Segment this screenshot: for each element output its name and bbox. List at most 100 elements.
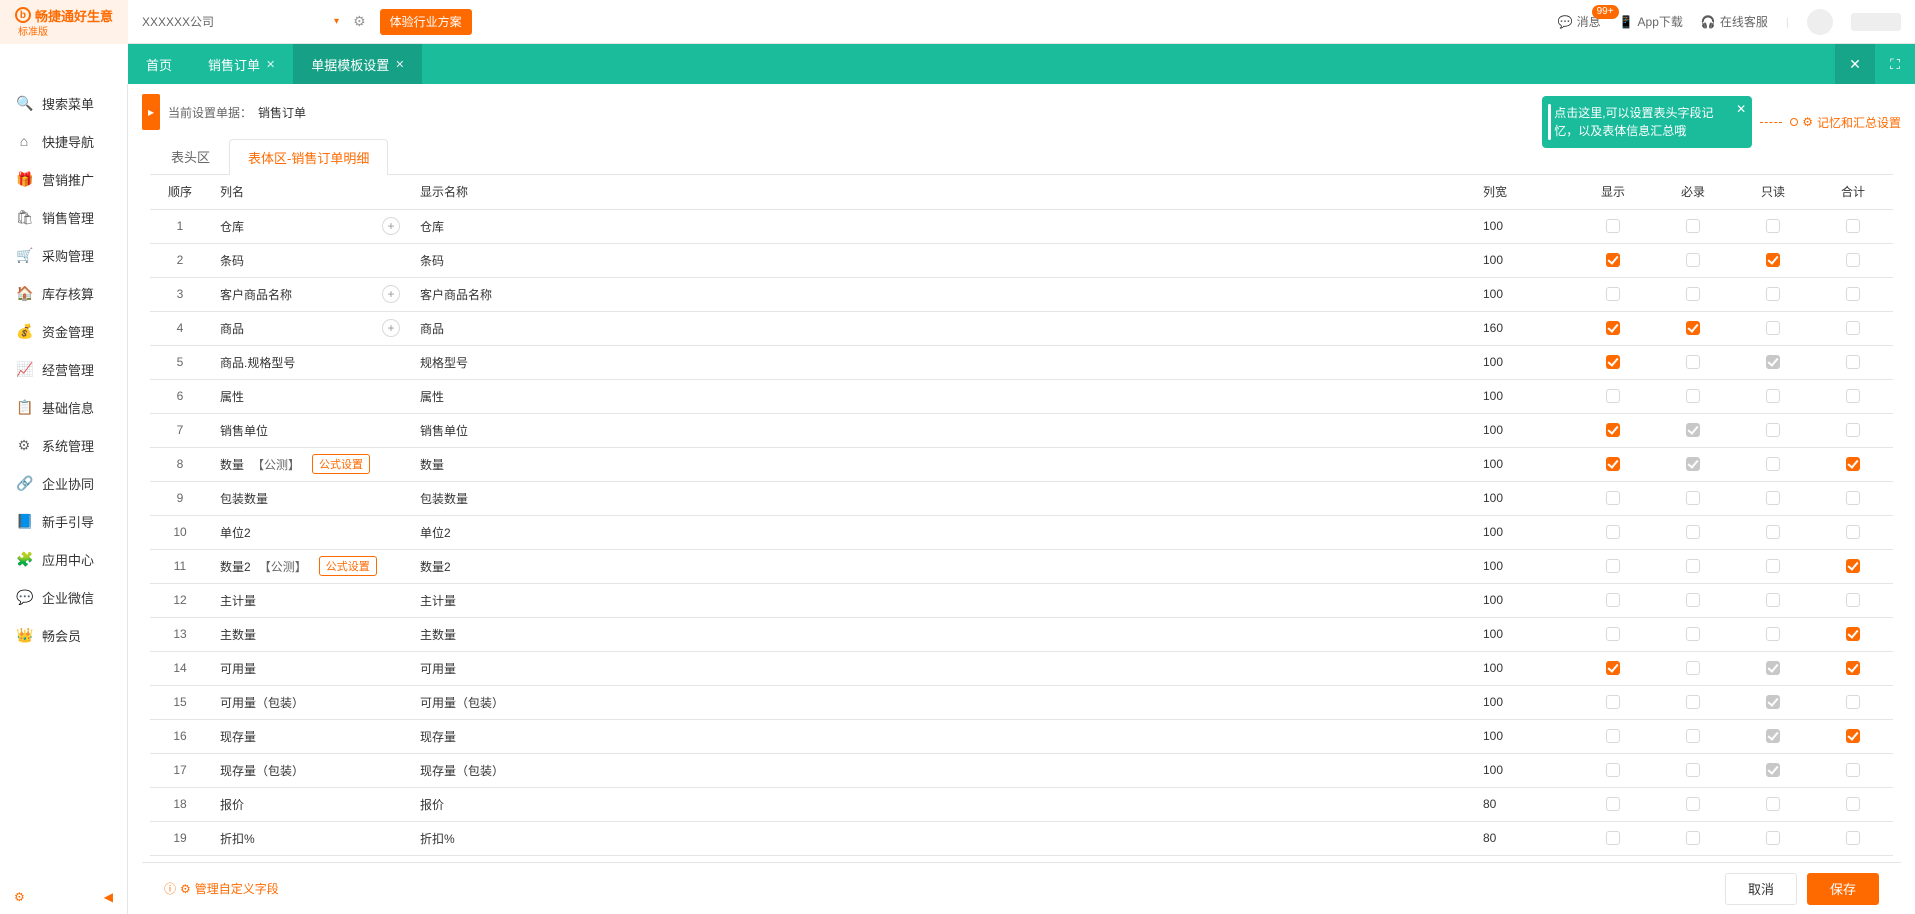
cell-display[interactable]: 规格型号 <box>410 345 1473 379</box>
checkbox[interactable] <box>1606 729 1620 743</box>
sidebar-item-13[interactable]: 💬企业微信 <box>0 578 127 616</box>
cell-display[interactable]: 数量2 <box>410 549 1473 583</box>
checkbox[interactable] <box>1606 525 1620 539</box>
checkbox[interactable] <box>1686 559 1700 573</box>
checkbox[interactable] <box>1606 831 1620 845</box>
checkbox[interactable] <box>1686 525 1700 539</box>
cell-width[interactable]: 100 <box>1473 209 1573 243</box>
checkbox[interactable] <box>1846 661 1860 675</box>
checkbox[interactable] <box>1766 831 1780 845</box>
formula-button[interactable]: 公式设置 <box>319 556 377 576</box>
checkbox[interactable] <box>1606 423 1620 437</box>
checkbox[interactable] <box>1686 695 1700 709</box>
cell-width[interactable]: 100 <box>1473 243 1573 277</box>
checkbox[interactable] <box>1606 219 1620 233</box>
cell-width[interactable]: 100 <box>1473 277 1573 311</box>
customer-service-button[interactable]: 🎧 在线客服 <box>1701 13 1768 30</box>
checkbox[interactable] <box>1686 287 1700 301</box>
checkbox[interactable] <box>1766 423 1780 437</box>
plus-icon[interactable]: + <box>382 285 400 303</box>
sidebar-item-0[interactable]: 🔍搜索菜单 <box>0 84 127 122</box>
checkbox[interactable] <box>1686 321 1700 335</box>
messages-button[interactable]: 💬 消息 99+ <box>1558 13 1601 30</box>
checkbox[interactable] <box>1766 219 1780 233</box>
cell-display[interactable]: 可用量 <box>410 651 1473 685</box>
cell-display[interactable]: 销售单位 <box>410 413 1473 447</box>
tabstrip-expand-button[interactable]: ⛶ <box>1875 44 1915 84</box>
checkbox[interactable] <box>1766 389 1780 403</box>
checkbox[interactable] <box>1766 321 1780 335</box>
checkbox[interactable] <box>1846 797 1860 811</box>
checkbox[interactable] <box>1686 389 1700 403</box>
cell-width[interactable]: 80 <box>1473 821 1573 855</box>
checkbox[interactable] <box>1766 457 1780 471</box>
tab-0[interactable]: 首页 <box>128 44 190 84</box>
checkbox[interactable] <box>1846 491 1860 505</box>
tabstrip-close-button[interactable]: ✕ <box>1835 44 1875 84</box>
checkbox[interactable] <box>1606 253 1620 267</box>
checkbox[interactable] <box>1686 253 1700 267</box>
checkbox[interactable] <box>1686 797 1700 811</box>
sidebar-item-2[interactable]: 🎁营销推广 <box>0 160 127 198</box>
tooltip-close-icon[interactable]: ✕ <box>1736 100 1746 118</box>
checkbox[interactable] <box>1606 355 1620 369</box>
cancel-button[interactable]: 取消 <box>1725 873 1797 905</box>
subtab-1[interactable]: 表体区-销售订单明细 <box>229 139 388 175</box>
avatar[interactable] <box>1807 9 1833 35</box>
cell-width[interactable]: 100 <box>1473 481 1573 515</box>
cell-width[interactable]: 80 <box>1473 787 1573 821</box>
cell-width[interactable]: 100 <box>1473 413 1573 447</box>
checkbox[interactable] <box>1606 593 1620 607</box>
checkbox[interactable] <box>1606 321 1620 335</box>
cell-width[interactable]: 100 <box>1473 719 1573 753</box>
checkbox[interactable] <box>1766 593 1780 607</box>
formula-button[interactable]: 公式设置 <box>312 454 370 474</box>
cell-display[interactable]: 现存量 <box>410 719 1473 753</box>
tab-2[interactable]: 单据模板设置✕ <box>293 44 422 84</box>
checkbox[interactable] <box>1846 831 1860 845</box>
cell-display[interactable]: 客户商品名称 <box>410 277 1473 311</box>
checkbox[interactable] <box>1606 627 1620 641</box>
checkbox[interactable] <box>1606 287 1620 301</box>
checkbox[interactable] <box>1766 525 1780 539</box>
checkbox[interactable] <box>1846 457 1860 471</box>
cell-display[interactable]: 报价 <box>410 787 1473 821</box>
tab-1[interactable]: 销售订单✕ <box>190 44 293 84</box>
checkbox[interactable] <box>1686 729 1700 743</box>
cell-display[interactable]: 条码 <box>410 243 1473 277</box>
cell-display[interactable]: 仓库 <box>410 209 1473 243</box>
sidebar-item-7[interactable]: 📈经营管理 <box>0 350 127 388</box>
checkbox[interactable] <box>1766 253 1780 267</box>
sidebar-item-3[interactable]: 🛍销售管理 <box>0 198 127 236</box>
checkbox[interactable] <box>1846 695 1860 709</box>
sidebar-item-4[interactable]: 🛒采购管理 <box>0 236 127 274</box>
checkbox[interactable] <box>1766 287 1780 301</box>
cell-width[interactable]: 100 <box>1473 617 1573 651</box>
checkbox[interactable] <box>1846 763 1860 777</box>
close-icon[interactable]: ✕ <box>266 58 275 71</box>
sidebar-item-9[interactable]: ⚙系统管理 <box>0 426 127 464</box>
cell-width[interactable]: 100 <box>1473 515 1573 549</box>
cell-display[interactable]: 单位2 <box>410 515 1473 549</box>
sidebar-item-5[interactable]: 🏠库存核算 <box>0 274 127 312</box>
checkbox[interactable] <box>1846 729 1860 743</box>
cell-width[interactable]: 160 <box>1473 311 1573 345</box>
checkbox[interactable] <box>1686 627 1700 641</box>
checkbox[interactable] <box>1686 763 1700 777</box>
cell-display[interactable]: 商品 <box>410 311 1473 345</box>
cell-width[interactable]: 100 <box>1473 549 1573 583</box>
sidebar-settings-icon[interactable]: ⚙ <box>14 890 25 904</box>
checkbox[interactable] <box>1686 355 1700 369</box>
sidebar-item-8[interactable]: 📋基础信息 <box>0 388 127 426</box>
checkbox[interactable] <box>1846 559 1860 573</box>
cell-width[interactable]: 100 <box>1473 447 1573 481</box>
sidebar-item-14[interactable]: 👑畅会员 <box>0 616 127 654</box>
industry-button[interactable]: 体验行业方案 <box>380 9 472 35</box>
checkbox[interactable] <box>1846 525 1860 539</box>
checkbox[interactable] <box>1686 831 1700 845</box>
checkbox[interactable] <box>1846 219 1860 233</box>
table-scroll[interactable]: 顺序 列名 显示名称 列宽 显示 必录 只读 合计 1仓库+仓库1002条码条码… <box>150 174 1893 862</box>
sidebar-item-10[interactable]: 🔗企业协同 <box>0 464 127 502</box>
checkbox[interactable] <box>1846 355 1860 369</box>
checkbox[interactable] <box>1846 423 1860 437</box>
